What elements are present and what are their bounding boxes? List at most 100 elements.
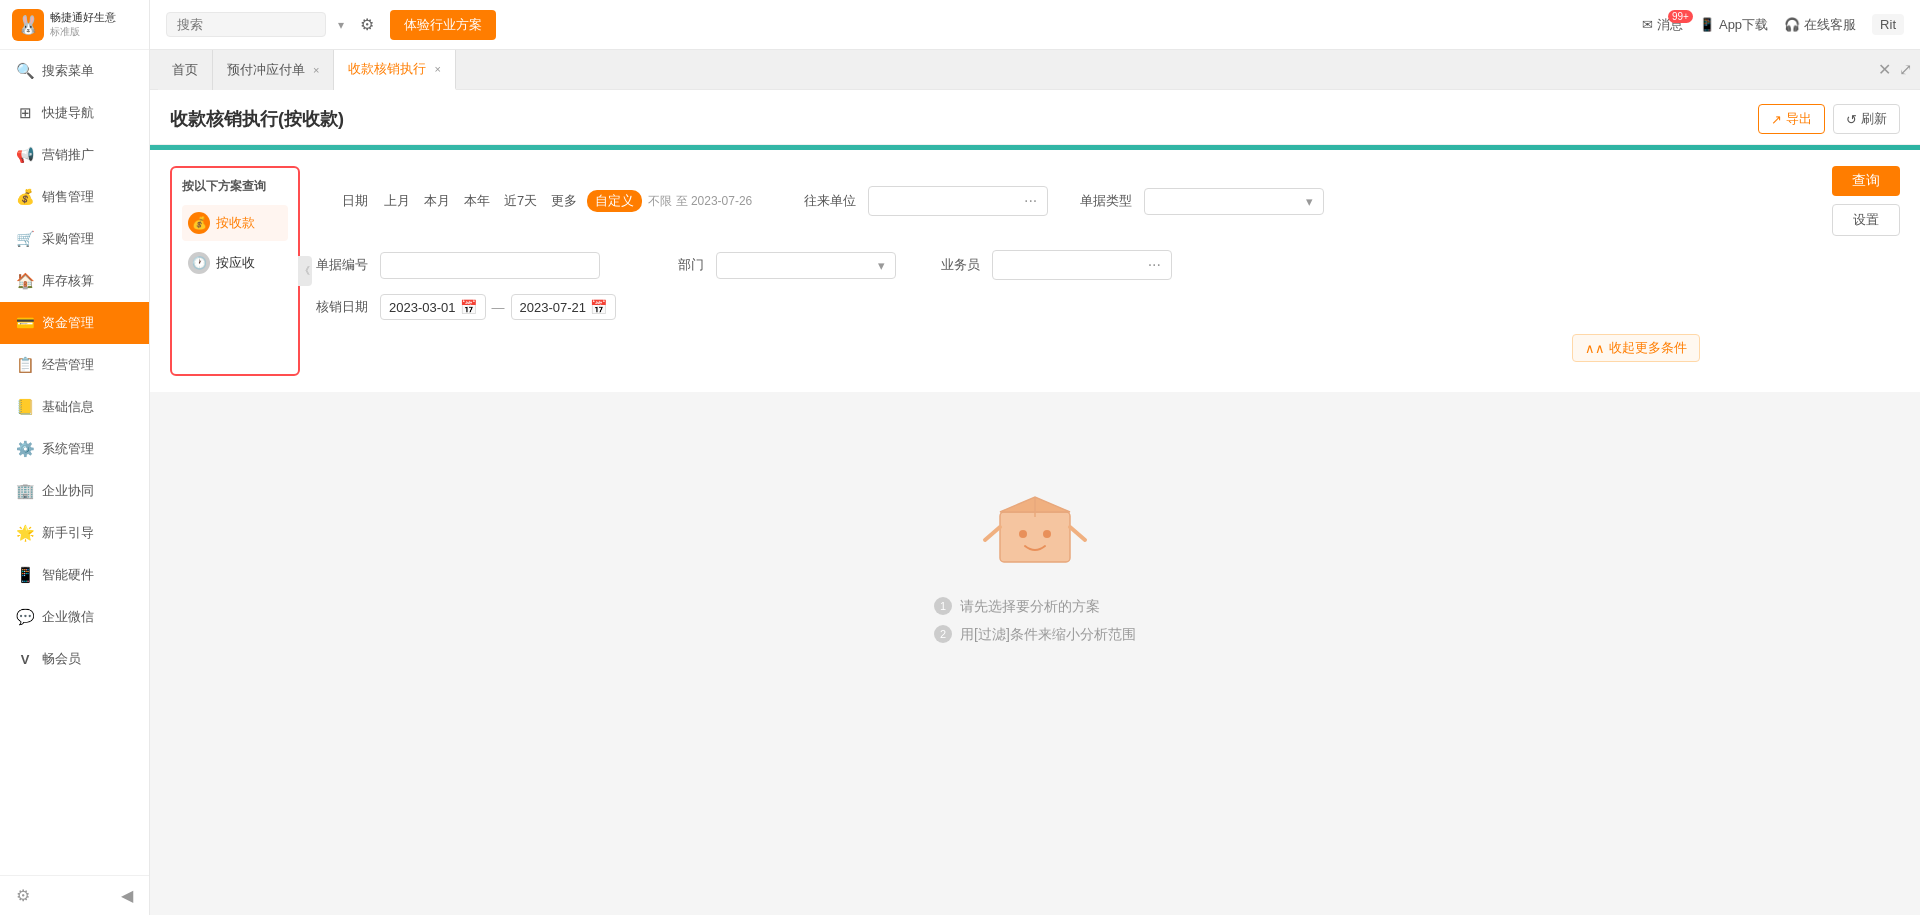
main-area: ▾ ⚙ 体验行业方案 ✉ 消息 99+ 📱 App下载 🎧 在线客服 Rit bbox=[150, 0, 1920, 915]
sidebar-item-guide[interactable]: 🌟 新手引导 bbox=[0, 512, 149, 554]
partner-dots-icon[interactable]: ··· bbox=[1024, 192, 1037, 210]
guide-icon: 🌟 bbox=[16, 524, 34, 542]
writeoff-tab-close-icon[interactable]: × bbox=[434, 63, 440, 75]
sidebar-item-purchase[interactable]: 🛒 采购管理 bbox=[0, 218, 149, 260]
user-label: Rit bbox=[1880, 17, 1896, 32]
refresh-button[interactable]: ↺ 刷新 bbox=[1833, 104, 1900, 134]
export-button[interactable]: ↗ 导出 bbox=[1758, 104, 1825, 134]
sidebar-item-label: 快捷导航 bbox=[42, 104, 94, 122]
empty-hint-1: 1 请先选择要分析的方案 bbox=[934, 592, 1136, 620]
date-btn-more[interactable]: 更多 bbox=[547, 190, 581, 212]
sales-icon: 💰 bbox=[16, 188, 34, 206]
tab-writeoff[interactable]: 收款核销执行 × bbox=[334, 50, 455, 90]
date-btn-7days[interactable]: 近7天 bbox=[500, 190, 541, 212]
sidebar-item-member[interactable]: V 畅会员 bbox=[0, 638, 149, 680]
date-btn-custom[interactable]: 自定义 bbox=[587, 190, 642, 212]
receivable-option-icon: 🕐 bbox=[188, 252, 210, 274]
writeoff-date-start-value: 2023-03-01 bbox=[389, 300, 456, 315]
writeoff-date-start-field[interactable]: 2023-03-01 📅 bbox=[380, 294, 486, 320]
filter-area: 按以下方案查询 💰 按收款 🕐 按应收 《 日期 上月 本 bbox=[150, 150, 1920, 392]
sidebar-item-enterprise[interactable]: 🏢 企业协同 bbox=[0, 470, 149, 512]
sidebar-bottom: ⚙ ◀ bbox=[0, 875, 149, 915]
sidebar-item-label: 搜索菜单 bbox=[42, 62, 94, 80]
solution-button[interactable]: 体验行业方案 bbox=[390, 10, 496, 40]
sidebar-item-basic-info[interactable]: 📒 基础信息 bbox=[0, 386, 149, 428]
sidebar-item-label: 资金管理 bbox=[42, 314, 94, 332]
app-icon: 📱 bbox=[1699, 17, 1715, 32]
sidebar-item-sales[interactable]: 💰 销售管理 bbox=[0, 176, 149, 218]
filter-option-by-receipt[interactable]: 💰 按收款 bbox=[182, 205, 288, 241]
operations-icon: 📋 bbox=[16, 356, 34, 374]
marketing-icon: 📢 bbox=[16, 146, 34, 164]
writeoff-start-calendar-icon[interactable]: 📅 bbox=[460, 299, 477, 315]
close-tab-icon[interactable]: ✕ bbox=[1878, 60, 1891, 79]
date-shortcut-group: 上月 本月 本年 近7天 更多 自定义 不限 至 2023-07-26 bbox=[380, 190, 752, 212]
doc-type-select[interactable]: ▾ bbox=[1144, 188, 1324, 215]
sidebar-item-label: 营销推广 bbox=[42, 146, 94, 164]
date-btn-last-month[interactable]: 上月 bbox=[380, 190, 414, 212]
date-range-display: 不限 至 2023-07-26 bbox=[648, 193, 752, 210]
online-service-button[interactable]: 🎧 在线客服 bbox=[1784, 16, 1856, 34]
collapse-more-button[interactable]: ∧∧ 收起更多条件 bbox=[1572, 334, 1700, 362]
staff-dots-icon[interactable]: ··· bbox=[1148, 256, 1161, 274]
prepay-tab-close-icon[interactable]: × bbox=[313, 64, 319, 76]
sidebar-item-search[interactable]: 🔍 搜索菜单 bbox=[0, 50, 149, 92]
hint-number-1: 1 bbox=[934, 597, 952, 615]
member-icon: V bbox=[16, 652, 34, 667]
svg-rect-0 bbox=[1000, 512, 1070, 562]
sidebar-item-wechat[interactable]: 💬 企业微信 bbox=[0, 596, 149, 638]
sidebar-item-operations[interactable]: 📋 经营管理 bbox=[0, 344, 149, 386]
date-label: 日期 bbox=[316, 192, 368, 210]
message-button[interactable]: ✉ 消息 99+ bbox=[1642, 16, 1683, 34]
sidebar-item-label: 经营管理 bbox=[42, 356, 94, 374]
sidebar-item-inventory[interactable]: 🏠 库存核算 bbox=[0, 260, 149, 302]
topbar-search-input[interactable] bbox=[166, 12, 326, 37]
sidebar-item-label: 企业微信 bbox=[42, 608, 94, 626]
tab-prepay[interactable]: 预付冲应付单 × bbox=[213, 50, 334, 90]
doc-no-input[interactable] bbox=[380, 252, 600, 279]
filter-left-panel: 按以下方案查询 💰 按收款 🕐 按应收 《 bbox=[170, 166, 300, 376]
writeoff-date-end-field[interactable]: 2023-07-21 📅 bbox=[511, 294, 617, 320]
dept-label: 部门 bbox=[652, 256, 704, 274]
writeoff-end-calendar-icon[interactable]: 📅 bbox=[590, 299, 607, 315]
staff-select[interactable]: ··· bbox=[992, 250, 1172, 280]
sidebar-item-label: 基础信息 bbox=[42, 398, 94, 416]
expand-tab-icon[interactable]: ⤢ bbox=[1899, 60, 1912, 79]
settings-button[interactable]: 设置 bbox=[1832, 204, 1900, 236]
sidebar-item-system[interactable]: ⚙️ 系统管理 bbox=[0, 428, 149, 470]
writeoff-date-end-value: 2023-07-21 bbox=[520, 300, 587, 315]
writeoff-tab-label: 收款核销执行 bbox=[348, 60, 426, 78]
query-button[interactable]: 查询 bbox=[1832, 166, 1900, 196]
sidebar-logo: 🐰 畅捷通好生意 标准版 bbox=[0, 0, 149, 50]
staff-label: 业务员 bbox=[928, 256, 980, 274]
sidebar-item-quick-nav[interactable]: ⊞ 快捷导航 bbox=[0, 92, 149, 134]
search-menu-icon: 🔍 bbox=[16, 62, 34, 80]
tabbar: 首页 预付冲应付单 × 收款核销执行 × ✕ ⤢ bbox=[150, 50, 1920, 90]
settings-bottom-icon[interactable]: ⚙ bbox=[16, 886, 30, 905]
collapse-sidebar-icon[interactable]: ◀ bbox=[121, 886, 133, 905]
hint-text-1: 请先选择要分析的方案 bbox=[960, 592, 1100, 620]
date-btn-this-year[interactable]: 本年 bbox=[460, 190, 494, 212]
date-btn-this-month[interactable]: 本月 bbox=[420, 190, 454, 212]
finance-icon: 💳 bbox=[16, 314, 34, 332]
topbar-gear-icon[interactable]: ⚙ bbox=[360, 15, 374, 34]
filter-option-by-receivable[interactable]: 🕐 按应收 bbox=[182, 245, 288, 281]
sidebar-item-label: 畅会员 bbox=[42, 650, 81, 668]
svg-point-3 bbox=[1019, 530, 1027, 538]
topbar-right: ✉ 消息 99+ 📱 App下载 🎧 在线客服 Rit bbox=[1642, 14, 1904, 35]
user-menu-button[interactable]: Rit bbox=[1872, 14, 1904, 35]
filter-collapse-icon[interactable]: 《 bbox=[298, 256, 312, 286]
refresh-label: 刷新 bbox=[1861, 110, 1887, 128]
purchase-icon: 🛒 bbox=[16, 230, 34, 248]
sidebar-item-label: 智能硬件 bbox=[42, 566, 94, 584]
sidebar-item-finance[interactable]: 💳 资金管理 bbox=[0, 302, 149, 344]
system-icon: ⚙️ bbox=[16, 440, 34, 458]
partner-select[interactable]: ··· bbox=[868, 186, 1048, 216]
dept-select[interactable]: ▾ bbox=[716, 252, 896, 279]
tab-home[interactable]: 首页 bbox=[158, 50, 213, 90]
sidebar-item-marketing[interactable]: 📢 营销推广 bbox=[0, 134, 149, 176]
app-download-button[interactable]: 📱 App下载 bbox=[1699, 16, 1768, 34]
topbar-chevron-icon[interactable]: ▾ bbox=[338, 18, 344, 32]
doc-no-label: 单据编号 bbox=[316, 256, 368, 274]
sidebar-item-hardware[interactable]: 📱 智能硬件 bbox=[0, 554, 149, 596]
